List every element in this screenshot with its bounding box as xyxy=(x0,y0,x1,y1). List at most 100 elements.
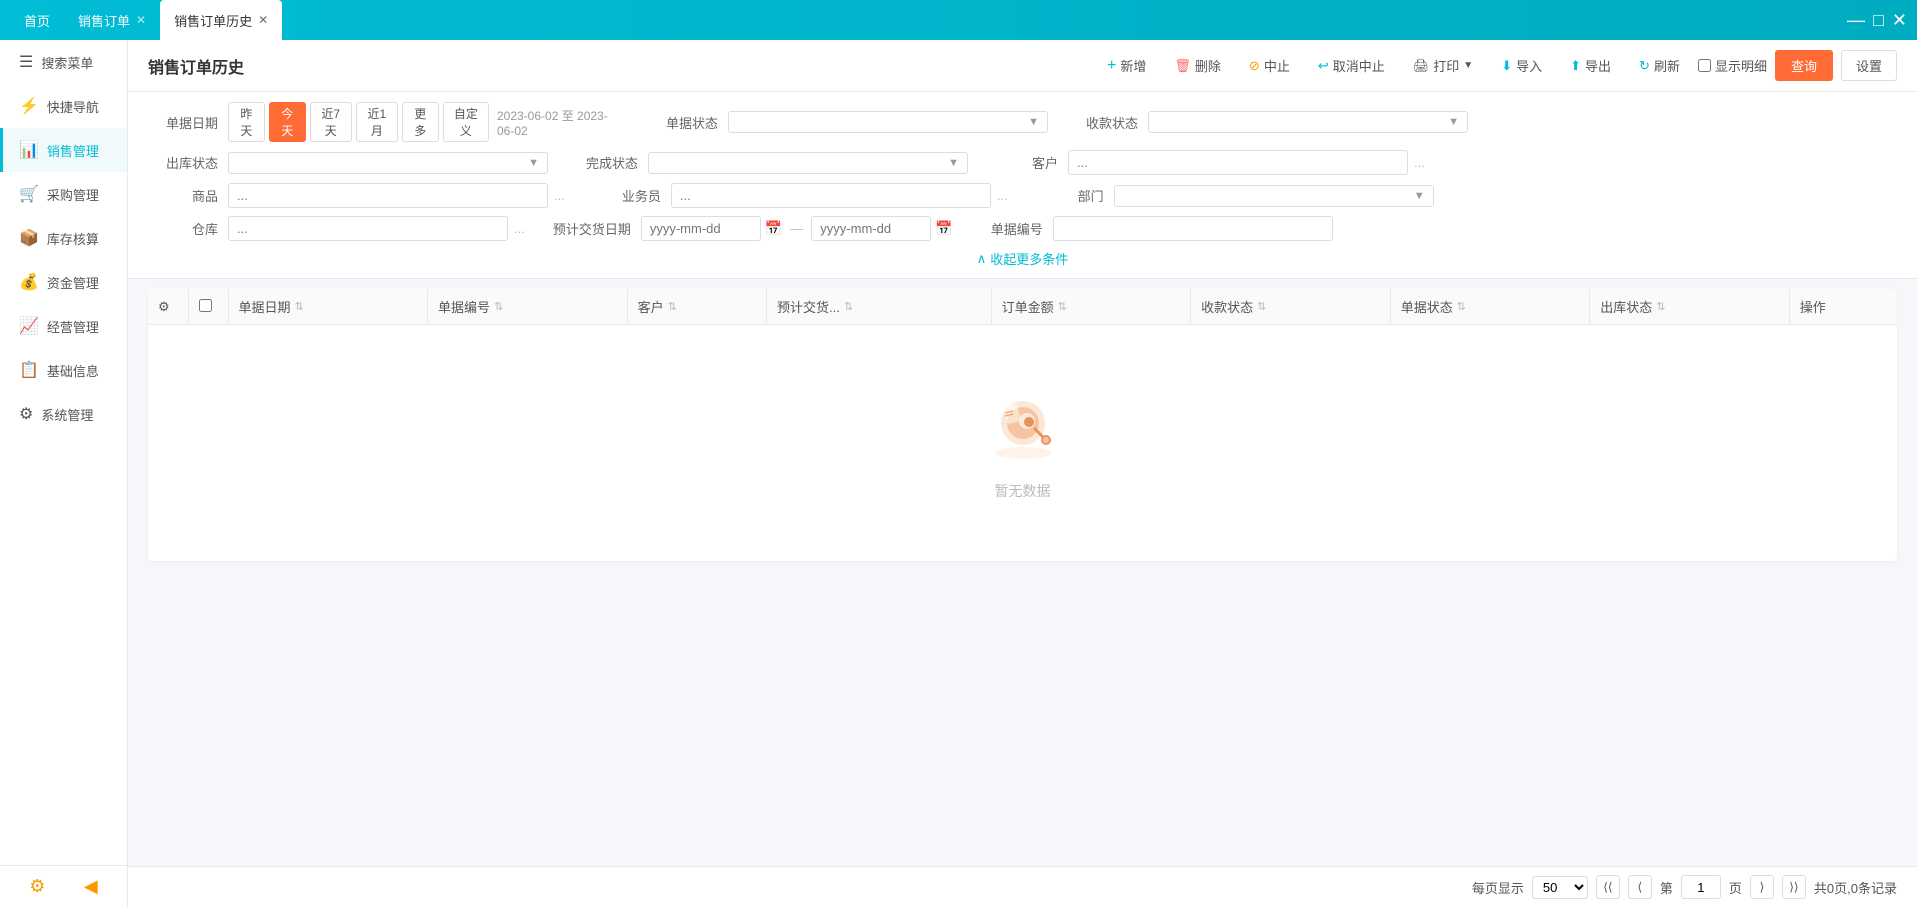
sidebar-collapse-icon[interactable]: ◀ xyxy=(84,876,98,897)
delete-label: 删除 xyxy=(1195,56,1221,75)
delivery-date-to[interactable] xyxy=(811,216,931,241)
sidebar-item-sales-mgmt[interactable]: 📊 销售管理 xyxy=(0,128,127,172)
sidebar-item-purchase-mgmt[interactable]: 🛒 采购管理 xyxy=(0,172,127,216)
sidebar-settings-icon[interactable]: ⚙ xyxy=(29,876,45,897)
empty-text: 暂无数据 xyxy=(995,481,1051,501)
tab-sales-order-history-close[interactable]: ✕ xyxy=(258,13,268,27)
salesman-label: 业务员 xyxy=(591,186,671,205)
content-area: 销售订单历史 + 新增 🗑 删除 ⊘ 中止 ↩ xyxy=(128,40,1917,907)
th-customer[interactable]: 客户 ⇅ xyxy=(627,289,766,325)
order-no-input[interactable] xyxy=(1053,216,1333,241)
print-dropdown-icon: ▼ xyxy=(1463,60,1473,71)
out-stock-select[interactable]: ▼ xyxy=(228,152,548,174)
query-button[interactable]: 查询 xyxy=(1775,50,1833,81)
new-button[interactable]: + 新增 xyxy=(1097,51,1156,80)
next-page-button[interactable]: ⟩ xyxy=(1750,875,1774,899)
calendar-to-icon[interactable]: 📅 xyxy=(935,220,952,237)
sidebar-item-quick-nav[interactable]: ⚡ 快捷导航 xyxy=(0,84,127,128)
page-jump-label: 第 xyxy=(1660,878,1673,897)
refresh-label: 刷新 xyxy=(1654,56,1680,75)
th-amount[interactable]: 订单金额 ⇅ xyxy=(991,289,1191,325)
tab-sales-order-close[interactable]: ✕ xyxy=(136,13,146,27)
order-status-select[interactable]: ▼ xyxy=(728,111,1048,133)
tab-home[interactable]: 首页 xyxy=(10,0,64,40)
receipt-status-select[interactable]: ▼ xyxy=(1148,111,1468,133)
dept-select[interactable]: ▼ xyxy=(1114,185,1434,207)
sidebar-item-inventory[interactable]: 📦 库存核算 xyxy=(0,216,127,260)
filter-area: 单据日期 昨天 今天 近7天 近1月 更多 自定义 2023-06-02 至 2… xyxy=(128,92,1917,279)
page-title: 销售订单历史 xyxy=(148,54,244,78)
th-order-status[interactable]: 单据状态 ⇅ xyxy=(1390,289,1590,325)
sidebar: ☰ 搜索菜单 ⚡ 快捷导航 📊 销售管理 🛒 采购管理 📦 库存核算 💰 资金管… xyxy=(0,40,128,907)
cancel-stop-button[interactable]: ↩ 取消中止 xyxy=(1308,51,1395,80)
page-size-select[interactable]: 50 100 200 xyxy=(1532,876,1588,899)
th-stock-status-label: 出库状态 xyxy=(1600,297,1652,316)
date-btn-1month[interactable]: 近1月 xyxy=(356,102,398,142)
show-detail-label: 显示明细 xyxy=(1715,56,1767,75)
date-btn-more[interactable]: 更多 xyxy=(402,102,439,142)
show-detail-check[interactable]: 显示明细 xyxy=(1698,56,1767,75)
last-page-button[interactable]: ⟩⟩ xyxy=(1782,875,1806,899)
new-label: 新增 xyxy=(1120,56,1146,75)
date-btn-custom[interactable]: 自定义 xyxy=(443,102,489,142)
date-btn-today[interactable]: 今天 xyxy=(269,102,306,142)
page-title-row: 销售订单历史 + 新增 🗑 删除 ⊘ 中止 ↩ xyxy=(148,50,1897,81)
tab-sales-order-history[interactable]: 销售订单历史 ✕ xyxy=(160,0,282,40)
sidebar-item-finance[interactable]: 💰 资金管理 xyxy=(0,260,127,304)
warehouse-input[interactable] xyxy=(228,216,508,241)
setting-button[interactable]: 设置 xyxy=(1841,50,1897,81)
refresh-button[interactable]: ↻ 刷新 xyxy=(1629,51,1690,80)
pagination-bar: 每页显示 50 100 200 ⟨⟨ ⟨ 第 页 ⟩ ⟩⟩ 共0页,0条记录 xyxy=(128,866,1917,907)
th-delivery-date-label: 预计交货... xyxy=(777,297,840,316)
empty-state: 暂无数据 xyxy=(148,325,1897,561)
page-label: 页 xyxy=(1729,878,1742,897)
th-order-no[interactable]: 单据编号 ⇅ xyxy=(428,289,628,325)
out-stock-chevron: ▼ xyxy=(528,157,539,169)
minimize-icon[interactable]: — xyxy=(1847,10,1865,31)
import-button[interactable]: ⬇ 导入 xyxy=(1491,51,1552,80)
delete-button[interactable]: 🗑 删除 xyxy=(1164,51,1231,80)
sidebar-item-operations[interactable]: 📈 经营管理 xyxy=(0,304,127,348)
warehouse-dots[interactable]: ... xyxy=(508,217,531,240)
tab-sales-order[interactable]: 销售订单 ✕ xyxy=(64,0,160,40)
calendar-from-icon[interactable]: 📅 xyxy=(765,220,782,237)
goods-dots[interactable]: ... xyxy=(548,184,571,207)
date-label: 单据日期 xyxy=(148,113,228,132)
collapse-button[interactable]: ∧ 收起更多条件 xyxy=(977,249,1069,268)
date-btn-yesterday[interactable]: 昨天 xyxy=(228,102,265,142)
export-button[interactable]: ⬆ 导出 xyxy=(1560,51,1621,80)
th-date[interactable]: 单据日期 ⇅ xyxy=(228,289,428,325)
sidebar-item-search-menu[interactable]: ☰ 搜索菜单 xyxy=(0,40,127,84)
th-settings[interactable]: ⚙ xyxy=(148,289,188,325)
delivery-date-from[interactable] xyxy=(641,216,761,241)
first-page-button[interactable]: ⟨⟨ xyxy=(1596,875,1620,899)
customer-input[interactable] xyxy=(1068,150,1408,175)
prev-page-button[interactable]: ⟨ xyxy=(1628,875,1652,899)
stop-button[interactable]: ⊘ 中止 xyxy=(1239,51,1300,80)
th-checkbox[interactable] xyxy=(188,289,228,325)
show-detail-checkbox[interactable] xyxy=(1698,59,1711,72)
th-delivery-date[interactable]: 预计交货... ⇅ xyxy=(766,289,991,325)
salesman-input[interactable] xyxy=(671,183,991,208)
th-stock-status[interactable]: 出库状态 ⇅ xyxy=(1590,289,1790,325)
th-amount-sort-icon: ⇅ xyxy=(1058,300,1067,313)
goods-input[interactable] xyxy=(228,183,548,208)
salesman-dots[interactable]: ... xyxy=(991,184,1014,207)
customer-dots[interactable]: ... xyxy=(1408,151,1431,174)
toolbar: + 新增 🗑 删除 ⊘ 中止 ↩ 取消中止 xyxy=(1097,50,1897,81)
window-controls: — □ ✕ xyxy=(1847,10,1907,31)
top-bar: 首页 销售订单 ✕ 销售订单历史 ✕ — □ ✕ xyxy=(0,0,1917,40)
th-receipt-status[interactable]: 收款状态 ⇅ xyxy=(1191,289,1391,325)
close-window-icon[interactable]: ✕ xyxy=(1892,10,1907,31)
complete-select[interactable]: ▼ xyxy=(648,152,968,174)
empty-row: 暂无数据 xyxy=(148,325,1897,562)
date-btn-7days[interactable]: 近7天 xyxy=(310,102,352,142)
select-all-checkbox[interactable] xyxy=(199,299,212,312)
print-button[interactable]: 🖨 打印 ▼ xyxy=(1403,51,1483,80)
sidebar-item-system-mgmt[interactable]: ⚙ 系统管理 xyxy=(0,392,127,436)
sidebar-item-basic-info[interactable]: 📋 基础信息 xyxy=(0,348,127,392)
th-date-label: 单据日期 xyxy=(239,297,291,316)
sidebar-item-sales-mgmt-label: 销售管理 xyxy=(47,141,99,160)
maximize-icon[interactable]: □ xyxy=(1873,10,1884,31)
page-number-input[interactable] xyxy=(1681,875,1721,899)
